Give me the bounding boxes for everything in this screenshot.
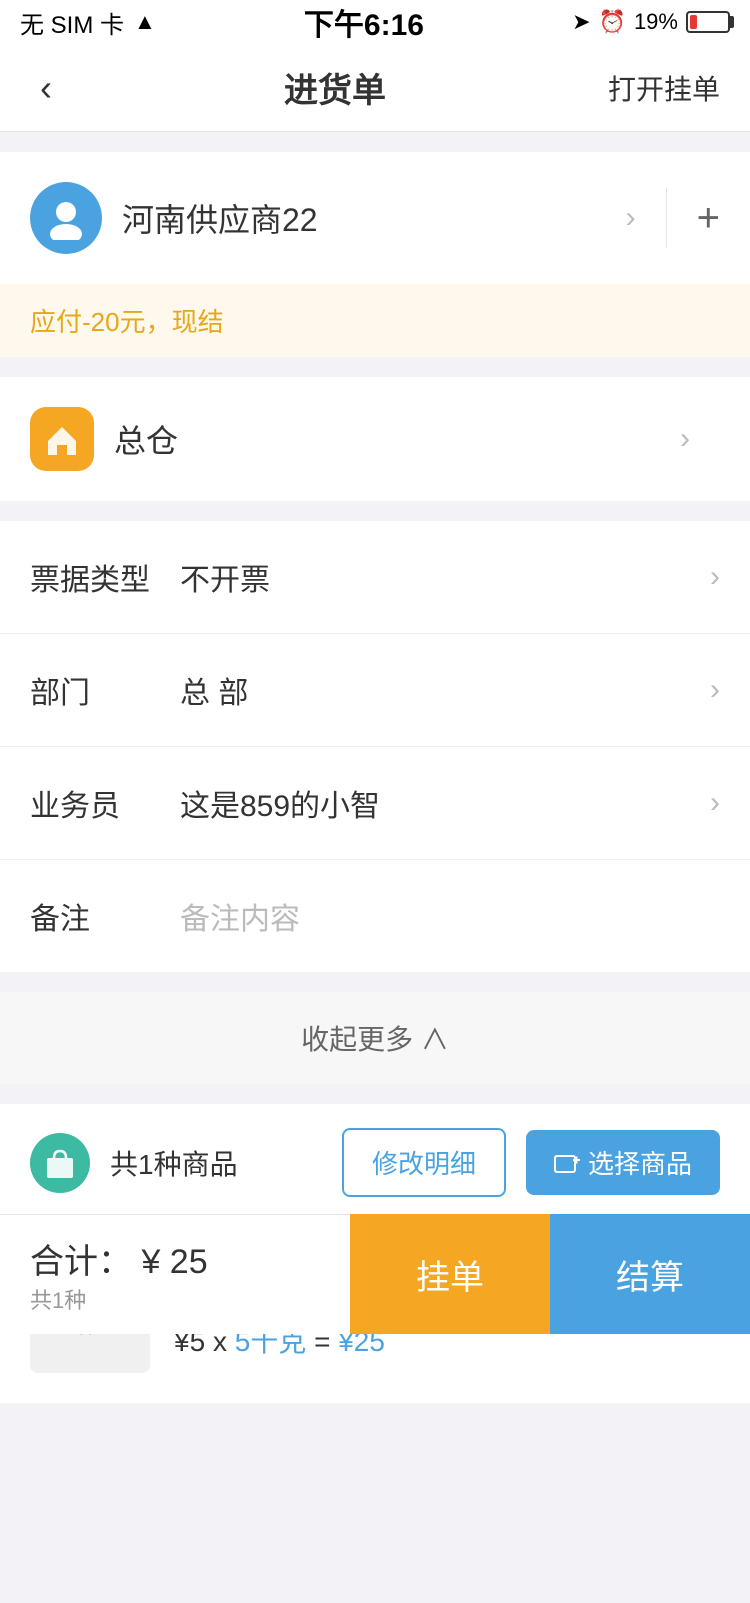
sales-chevron-icon: › — [710, 786, 720, 820]
status-time: 下午6:16 — [304, 0, 424, 44]
warehouse-chevron-icon: › — [680, 422, 690, 456]
notice-bar: 应付-20元，现结 — [0, 284, 750, 357]
sales-value: 这是859的小智 — [180, 781, 710, 825]
remark-input[interactable]: 备注内容 — [180, 894, 720, 938]
hang-button[interactable]: 挂单 — [350, 1214, 550, 1334]
total-label: 合计： — [30, 1243, 132, 1281]
invoice-value: 不开票 — [180, 555, 710, 599]
dept-chevron-icon: › — [710, 673, 720, 707]
page-title: 进货单 — [284, 63, 386, 112]
battery-icon — [686, 11, 730, 33]
supplier-name: 河南供应商22 — [122, 195, 626, 241]
status-right: ➤ ⏰ 19% — [572, 9, 730, 35]
total-count: 共1种 — [30, 1283, 320, 1315]
vertical-divider — [666, 188, 667, 248]
sales-label: 业务员 — [30, 781, 180, 825]
remark-row[interactable]: 备注 备注内容 — [0, 860, 750, 972]
nav-bar: ‹ 进货单 打开挂单 — [0, 44, 750, 132]
supplier-row[interactable]: 河南供应商22 › + — [0, 152, 750, 284]
form-section: 票据类型 不开票 › 部门 总 部 › 业务员 这是859的小智 › 备注 备注… — [0, 521, 750, 972]
supplier-chevron-icon: › — [626, 201, 636, 235]
collapse-label: 收起更多 ∧ — [301, 1018, 449, 1058]
sales-row[interactable]: 业务员 这是859的小智 › — [0, 747, 750, 860]
location-icon: ➤ — [572, 9, 590, 35]
products-icon — [30, 1133, 90, 1193]
invoice-label: 票据类型 — [30, 555, 180, 599]
battery-label: 19% — [634, 9, 678, 35]
back-button[interactable]: ‹ — [30, 57, 62, 119]
house-icon — [44, 421, 80, 457]
bottom-bar: 合计： ¥ 25 共1种 挂单 结算 — [0, 1214, 750, 1334]
products-count: 共1种商品 — [110, 1143, 322, 1183]
person-icon — [44, 196, 88, 240]
add-supplier-button[interactable]: + — [697, 196, 720, 241]
cart-plus-icon — [554, 1150, 580, 1176]
warehouse-icon — [30, 407, 94, 471]
status-bar: 无 SIM 卡 ▲ 下午6:16 ➤ ⏰ 19% — [0, 0, 750, 44]
invoice-chevron-icon: › — [710, 560, 720, 594]
shopping-bag-icon — [43, 1146, 77, 1180]
dept-row[interactable]: 部门 总 部 › — [0, 634, 750, 747]
total-value: ¥ 25 — [141, 1243, 207, 1281]
warehouse-row[interactable]: 总仓 › — [0, 377, 750, 501]
total-section: 合计： ¥ 25 共1种 — [0, 1214, 350, 1334]
dept-value: 总 部 — [180, 668, 710, 712]
notice-text: 应付-20元，现结 — [30, 307, 224, 337]
checkout-button[interactable]: 结算 — [550, 1214, 750, 1334]
open-hang-button[interactable]: 打开挂单 — [608, 68, 720, 108]
carrier-label: 无 SIM 卡 — [20, 5, 124, 40]
invoice-row[interactable]: 票据类型 不开票 › — [0, 521, 750, 634]
supplier-section: 河南供应商22 › + 应付-20元，现结 — [0, 152, 750, 357]
wifi-icon: ▲ — [134, 9, 156, 35]
edit-detail-button[interactable]: 修改明细 — [342, 1128, 506, 1197]
collapse-row[interactable]: 收起更多 ∧ — [0, 992, 750, 1084]
alarm-icon: ⏰ — [599, 9, 626, 35]
select-product-label: 选择商品 — [588, 1144, 692, 1181]
remark-label: 备注 — [30, 894, 180, 938]
supplier-avatar — [30, 182, 102, 254]
dept-label: 部门 — [30, 668, 180, 712]
products-header: 共1种商品 修改明细 选择商品 — [0, 1104, 750, 1221]
total-amount: 合计： ¥ 25 — [30, 1234, 320, 1283]
warehouse-name: 总仓 — [114, 416, 680, 462]
select-product-button[interactable]: 选择商品 — [526, 1130, 720, 1195]
status-left: 无 SIM 卡 ▲ — [20, 5, 156, 40]
